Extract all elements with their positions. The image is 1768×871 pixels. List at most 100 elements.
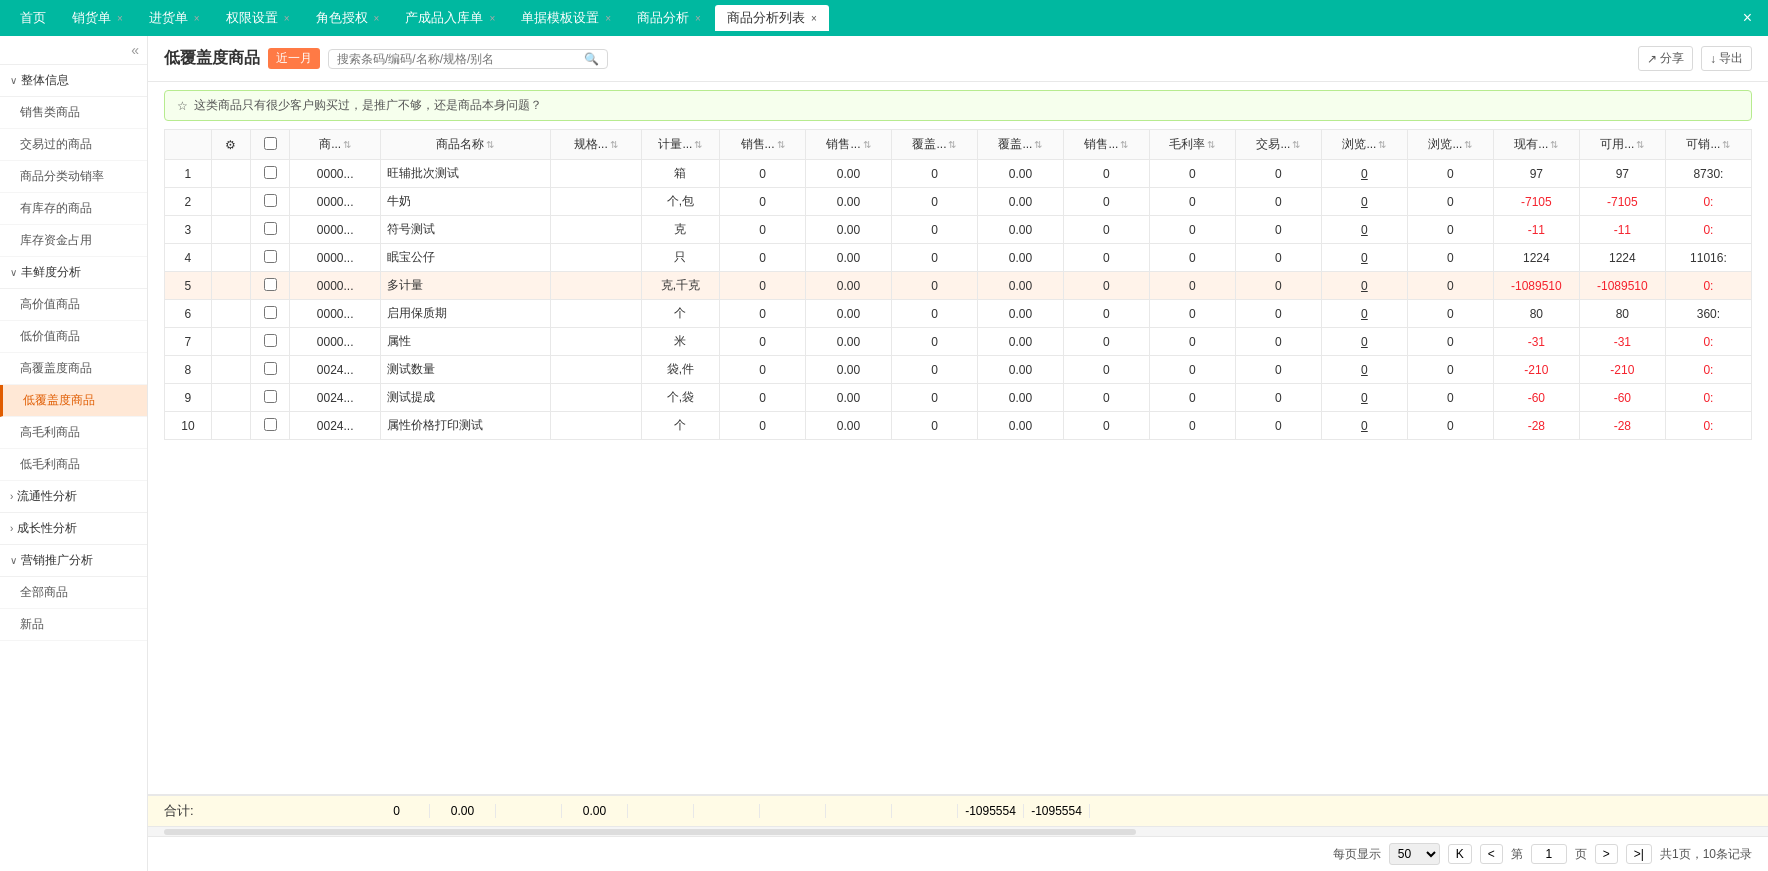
row-checkbox[interactable] — [264, 418, 277, 431]
search-icon[interactable]: 🔍 — [584, 52, 599, 66]
col-header-trade[interactable]: 交易...⇅ — [1235, 130, 1321, 160]
cell-check[interactable] — [250, 300, 289, 328]
sidebar-section-general[interactable]: ∨ 整体信息 — [0, 65, 147, 97]
browse-link[interactable]: 0 — [1361, 251, 1368, 265]
cell-check[interactable] — [250, 412, 289, 440]
select-all-checkbox[interactable] — [264, 137, 277, 150]
cell-check[interactable] — [250, 160, 289, 188]
close-icon[interactable]: × — [284, 13, 290, 24]
col-header-browse1[interactable]: 浏览...⇅ — [1321, 130, 1407, 160]
col-header-gross[interactable]: 毛利率⇅ — [1149, 130, 1235, 160]
col-header-code[interactable]: 商...⇅ — [290, 130, 381, 160]
close-icon[interactable]: × — [811, 13, 817, 24]
sidebar-item-low-value[interactable]: 低价值商品 — [0, 321, 147, 353]
row-checkbox[interactable] — [264, 278, 277, 291]
search-input[interactable] — [337, 52, 580, 66]
sidebar-item-low-profit[interactable]: 低毛利商品 — [0, 449, 147, 481]
window-close-button[interactable]: × — [1735, 9, 1760, 27]
nav-tab-purchase[interactable]: 进货单 × — [137, 5, 212, 31]
nav-tab-product-stock[interactable]: 产成品入库单 × — [393, 5, 507, 31]
row-checkbox[interactable] — [264, 362, 277, 375]
cell-browse1[interactable]: 0 — [1321, 412, 1407, 440]
cell-browse1[interactable]: 0 — [1321, 272, 1407, 300]
nav-tab-permission[interactable]: 权限设置 × — [214, 5, 302, 31]
cell-browse1[interactable]: 0 — [1321, 384, 1407, 412]
col-header-cov2[interactable]: 覆盖...⇅ — [977, 130, 1063, 160]
share-button[interactable]: ↗ 分享 — [1638, 46, 1693, 71]
prev-page-button[interactable]: < — [1480, 844, 1503, 864]
sidebar-section-growth[interactable]: › 成长性分析 — [0, 513, 147, 545]
cell-check[interactable] — [250, 356, 289, 384]
sidebar-item-low-coverage[interactable]: 低覆盖度商品 — [0, 385, 147, 417]
close-icon[interactable]: × — [117, 13, 123, 24]
cell-browse1[interactable]: 0 — [1321, 300, 1407, 328]
browse-link[interactable]: 0 — [1361, 419, 1368, 433]
row-checkbox[interactable] — [264, 194, 277, 207]
close-icon[interactable]: × — [489, 13, 495, 24]
col-header-cov1[interactable]: 覆盖...⇅ — [891, 130, 977, 160]
browse-link[interactable]: 0 — [1361, 279, 1368, 293]
col-header-name[interactable]: 商品名称⇅ — [381, 130, 550, 160]
close-icon[interactable]: × — [374, 13, 380, 24]
page-size-select[interactable]: 50 20 100 — [1389, 843, 1440, 865]
cell-browse1[interactable]: 0 — [1321, 160, 1407, 188]
col-header-available[interactable]: 可用...⇅ — [1579, 130, 1665, 160]
sidebar-item-sales-goods[interactable]: 销售类商品 — [0, 97, 147, 129]
next-page-button[interactable]: > — [1595, 844, 1618, 864]
sidebar-item-traded-goods[interactable]: 交易过的商品 — [0, 129, 147, 161]
nav-tab-product-analysis-list[interactable]: 商品分析列表 × — [715, 5, 829, 31]
nav-home[interactable]: 首页 — [8, 5, 58, 31]
sidebar-item-high-profit[interactable]: 高毛利商品 — [0, 417, 147, 449]
sidebar-section-abundance[interactable]: ∨ 丰鲜度分析 — [0, 257, 147, 289]
sidebar-section-promotion[interactable]: ∨ 营销推广分析 — [0, 545, 147, 577]
cell-browse1[interactable]: 0 — [1321, 328, 1407, 356]
row-checkbox[interactable] — [264, 250, 277, 263]
col-header-current[interactable]: 现有...⇅ — [1493, 130, 1579, 160]
browse-link[interactable]: 0 — [1361, 167, 1368, 181]
export-button[interactable]: ↓ 导出 — [1701, 46, 1752, 71]
browse-link[interactable]: 0 — [1361, 335, 1368, 349]
col-header-browse2[interactable]: 浏览...⇅ — [1407, 130, 1493, 160]
sidebar-collapse-button[interactable]: « — [0, 36, 147, 65]
row-checkbox[interactable] — [264, 222, 277, 235]
period-button[interactable]: 近一月 — [268, 48, 320, 69]
nav-tab-template[interactable]: 单据模板设置 × — [509, 5, 623, 31]
nav-tab-role[interactable]: 角色授权 × — [304, 5, 392, 31]
last-page-button[interactable]: >| — [1626, 844, 1652, 864]
sidebar-item-category-rate[interactable]: 商品分类动销率 — [0, 161, 147, 193]
col-header-sales-amt[interactable]: 销售...⇅ — [806, 130, 892, 160]
cell-check[interactable] — [250, 384, 289, 412]
browse-link[interactable]: 0 — [1361, 391, 1368, 405]
cell-browse1[interactable]: 0 — [1321, 244, 1407, 272]
browse-link[interactable]: 0 — [1361, 195, 1368, 209]
sidebar-item-high-value[interactable]: 高价值商品 — [0, 289, 147, 321]
sidebar-item-high-coverage[interactable]: 高覆盖度商品 — [0, 353, 147, 385]
cell-browse1[interactable]: 0 — [1321, 216, 1407, 244]
first-page-button[interactable]: K — [1448, 844, 1472, 864]
row-checkbox[interactable] — [264, 334, 277, 347]
sidebar-item-new-goods[interactable]: 新品 — [0, 609, 147, 641]
col-header-unit[interactable]: 计量...⇅ — [641, 130, 719, 160]
cell-check[interactable] — [250, 272, 289, 300]
sidebar-section-flow[interactable]: › 流通性分析 — [0, 481, 147, 513]
row-checkbox[interactable] — [264, 390, 277, 403]
nav-tab-sales[interactable]: 销货单 × — [60, 5, 135, 31]
col-header-sales-qty[interactable]: 销售...⇅ — [720, 130, 806, 160]
sidebar-item-stock-capital[interactable]: 库存资金占用 — [0, 225, 147, 257]
row-checkbox[interactable] — [264, 166, 277, 179]
close-icon[interactable]: × — [194, 13, 200, 24]
cell-check[interactable] — [250, 328, 289, 356]
cell-check[interactable] — [250, 244, 289, 272]
browse-link[interactable]: 0 — [1361, 363, 1368, 377]
col-header-sales3[interactable]: 销售...⇅ — [1063, 130, 1149, 160]
row-checkbox[interactable] — [264, 306, 277, 319]
sidebar-item-all-goods[interactable]: 全部商品 — [0, 577, 147, 609]
cell-browse1[interactable]: 0 — [1321, 356, 1407, 384]
col-header-spec[interactable]: 规格...⇅ — [550, 130, 641, 160]
cell-check[interactable] — [250, 216, 289, 244]
cell-browse1[interactable]: 0 — [1321, 188, 1407, 216]
col-header-check[interactable] — [250, 130, 289, 160]
col-header-sellable[interactable]: 可销...⇅ — [1665, 130, 1751, 160]
close-icon[interactable]: × — [605, 13, 611, 24]
browse-link[interactable]: 0 — [1361, 223, 1368, 237]
